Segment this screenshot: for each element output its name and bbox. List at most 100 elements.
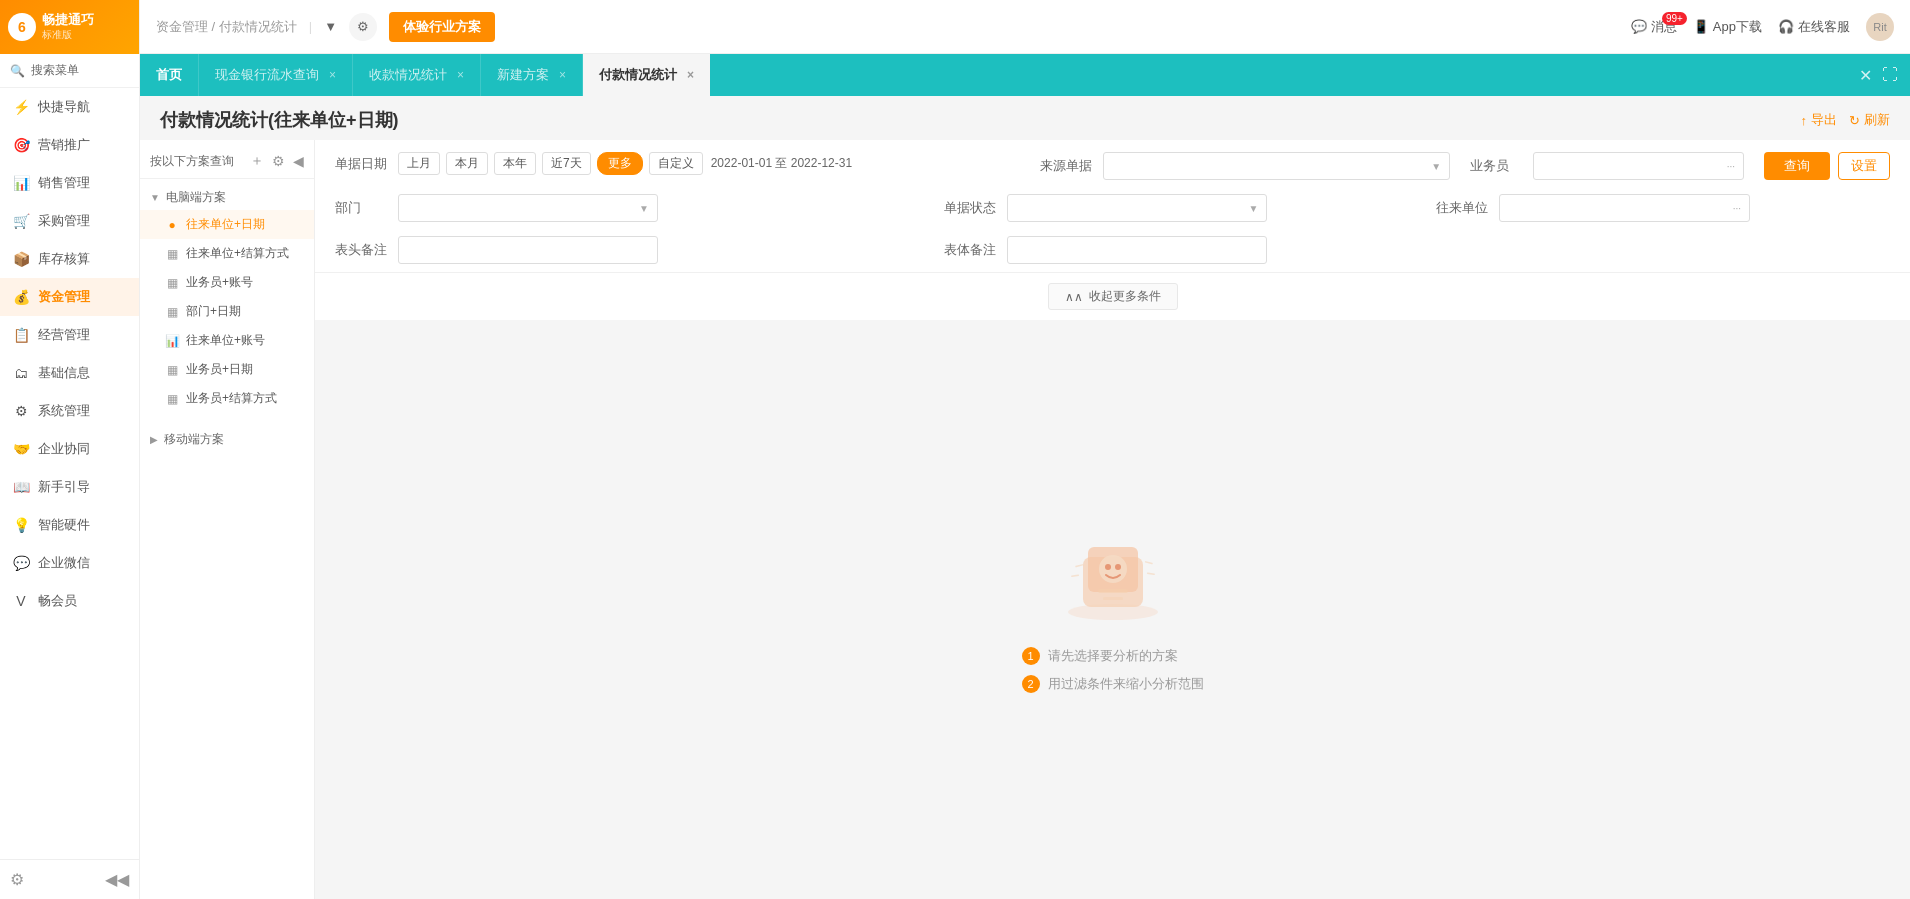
panel-item-unit-date-label: 往来单位+日期 [186, 216, 265, 233]
doc-status-select[interactable]: ▼ [1007, 194, 1267, 222]
page-header: 付款情况统计(往来单位+日期) ↑ 导出 ↻ 刷新 [140, 96, 1910, 140]
tab-bank-flow-close[interactable]: × [329, 68, 336, 82]
sidebar-item-system[interactable]: ⚙ 系统管理 [0, 392, 139, 430]
date-btn-last-month[interactable]: 上月 [398, 152, 440, 175]
export-label: 导出 [1811, 111, 1837, 129]
avatar-text: Rit [1873, 21, 1886, 33]
sidebar-item-hardware[interactable]: 💡 智能硬件 [0, 506, 139, 544]
tab-close-all-icon[interactable]: ✕ [1859, 66, 1872, 85]
tab-home[interactable]: 首页 [140, 54, 199, 96]
date-btn-more[interactable]: 更多 [597, 152, 643, 175]
collapse-button[interactable]: ∧∧ 收起更多条件 [1048, 283, 1178, 310]
sidebar-item-member[interactable]: V 畅会员 [0, 582, 139, 620]
topbar-gear-icon: ⚙ [357, 19, 369, 34]
panel-item-staff-settle[interactable]: ▦ 业务员+结算方式 [140, 384, 314, 413]
panel-item-unit-settle[interactable]: ▦ 往来单位+结算方式 [140, 239, 314, 268]
settings-button[interactable]: 设置 [1838, 152, 1890, 180]
desktop-section-header[interactable]: ▼ 电脑端方案 [140, 185, 314, 210]
sales-icon: 📊 [12, 174, 30, 192]
footer-settings-icon[interactable]: ⚙ [10, 870, 24, 889]
panel-item-unit-account[interactable]: 📊 往来单位+账号 [140, 326, 314, 355]
logo-icon: 6 [8, 13, 36, 41]
sidebar-item-enterprise[interactable]: 🤝 企业协同 [0, 430, 139, 468]
date-label: 单据日期 [335, 155, 390, 173]
sidebar-item-sales[interactable]: 📊 销售管理 [0, 164, 139, 202]
tab-new-scheme-close[interactable]: × [559, 68, 566, 82]
body-note-label: 表体备注 [944, 241, 999, 259]
hint-2-num: 2 [1022, 675, 1040, 693]
app-download-button[interactable]: 📱 App下载 [1693, 18, 1762, 36]
sidebar-item-purchase[interactable]: 🛒 采购管理 [0, 202, 139, 240]
main-area: 资金管理 / 付款情况统计 | ▼ ⚙ 体验行业方案 💬 消息 99+ 📱 Ap… [140, 0, 1910, 899]
online-service-button[interactable]: 🎧 在线客服 [1778, 18, 1850, 36]
date-btn-custom[interactable]: 自定义 [649, 152, 703, 175]
panel-item-staff-date[interactable]: ▦ 业务员+日期 [140, 355, 314, 384]
notice-button[interactable]: 💬 消息 99+ [1631, 18, 1677, 36]
panel-collapse-icon[interactable]: ◀ [293, 153, 304, 169]
body-note-input[interactable] [1007, 236, 1267, 264]
sidebar-footer: ⚙ ◀◀ [0, 859, 139, 899]
sidebar-item-guide[interactable]: 📖 新手引导 [0, 468, 139, 506]
tab-receipt-stat-label: 收款情况统计 [369, 66, 447, 84]
desktop-section-label: 电脑端方案 [166, 189, 226, 206]
panel-item-dept-date[interactable]: ▦ 部门+日期 [140, 297, 314, 326]
panel-item-staff-account[interactable]: ▦ 业务员+账号 [140, 268, 314, 297]
query-button[interactable]: 查询 [1764, 152, 1830, 180]
tab-new-scheme[interactable]: 新建方案 × [481, 54, 583, 96]
salesperson-select[interactable]: ··· [1533, 152, 1744, 180]
date-range-display: 2022-01-01 至 2022-12-31 [711, 155, 852, 172]
system-icon: ⚙ [12, 402, 30, 420]
filter-area: 单据日期 上月 本月 本年 近7天 更多 自定义 2022-01-01 至 20… [315, 140, 1910, 264]
export-button[interactable]: ↑ 导出 [1801, 111, 1838, 129]
sidebar-item-marketing[interactable]: 🎯 营销推广 [0, 126, 139, 164]
empty-hint-1: 1 请先选择要分析的方案 [1022, 647, 1204, 665]
refresh-button[interactable]: ↻ 刷新 [1849, 111, 1890, 129]
logo-name: 畅捷通巧 [42, 12, 94, 28]
tab-bank-flow[interactable]: 现金银行流水查询 × [199, 54, 353, 96]
sidebar-item-basic[interactable]: 🗂 基础信息 [0, 354, 139, 392]
sidebar-item-operation[interactable]: 📋 经营管理 [0, 316, 139, 354]
topbar-settings-btn[interactable]: ⚙ [349, 13, 377, 41]
app-label: App下载 [1713, 18, 1762, 36]
refresh-label: 刷新 [1864, 111, 1890, 129]
tab-payment-stat[interactable]: 付款情况统计 × [583, 54, 710, 96]
filter-actions: 查询 设置 [1764, 152, 1890, 180]
tab-payment-stat-close[interactable]: × [687, 68, 694, 82]
right-content: 单据日期 上月 本月 本年 近7天 更多 自定义 2022-01-01 至 20… [315, 140, 1910, 899]
search-menu[interactable]: 🔍 搜索菜单 [0, 54, 139, 88]
user-avatar[interactable]: Rit [1866, 13, 1894, 41]
panel-add-icon[interactable]: ＋ [250, 152, 264, 170]
trial-button[interactable]: 体验行业方案 [389, 12, 495, 42]
tab-home-label: 首页 [156, 66, 182, 84]
page-title: 付款情况统计(往来单位+日期) [160, 108, 399, 132]
date-btn-this-month[interactable]: 本月 [446, 152, 488, 175]
panel-item-unit-date[interactable]: ● 往来单位+日期 [140, 210, 314, 239]
search-label: 搜索菜单 [31, 62, 79, 79]
sidebar-item-label: 经营管理 [38, 326, 90, 344]
topbar-dropdown[interactable]: ▼ [324, 19, 337, 34]
date-btn-this-year[interactable]: 本年 [494, 152, 536, 175]
panel-item-unit-settle-icon: ▦ [164, 246, 180, 262]
source-select[interactable]: ▼ [1103, 152, 1451, 180]
sidebar: 6 畅捷通巧 标准版 🔍 搜索菜单 ⚡ 快捷导航 🎯 营销推广 📊 销售管理 🛒… [0, 0, 140, 899]
sidebar-item-finance[interactable]: 💰 资金管理 [0, 278, 139, 316]
sidebar-item-quick-nav[interactable]: ⚡ 快捷导航 [0, 88, 139, 126]
counterpart-select[interactable]: ··· [1499, 194, 1750, 222]
topbar: 资金管理 / 付款情况统计 | ▼ ⚙ 体验行业方案 💬 消息 99+ 📱 Ap… [140, 0, 1910, 54]
wechat-icon: 💬 [12, 554, 30, 572]
mobile-section-header[interactable]: ▶ 移动端方案 [140, 425, 314, 454]
date-btn-last-7days[interactable]: 近7天 [542, 152, 591, 175]
header-note-input[interactable] [398, 236, 658, 264]
sidebar-item-label: 新手引导 [38, 478, 90, 496]
sidebar-item-stock[interactable]: 📦 库存核算 [0, 240, 139, 278]
quick-nav-icon: ⚡ [12, 98, 30, 116]
dept-select[interactable]: ▼ [398, 194, 658, 222]
tab-expand-icon[interactable]: ⛶ [1882, 66, 1898, 84]
operation-icon: 📋 [12, 326, 30, 344]
footer-collapse-icon[interactable]: ◀◀ [105, 870, 129, 889]
counterpart-label: 往来单位 [1436, 199, 1491, 217]
tab-receipt-stat[interactable]: 收款情况统计 × [353, 54, 481, 96]
sidebar-item-wechat[interactable]: 💬 企业微信 [0, 544, 139, 582]
tab-receipt-stat-close[interactable]: × [457, 68, 464, 82]
panel-settings-icon[interactable]: ⚙ [272, 153, 285, 169]
